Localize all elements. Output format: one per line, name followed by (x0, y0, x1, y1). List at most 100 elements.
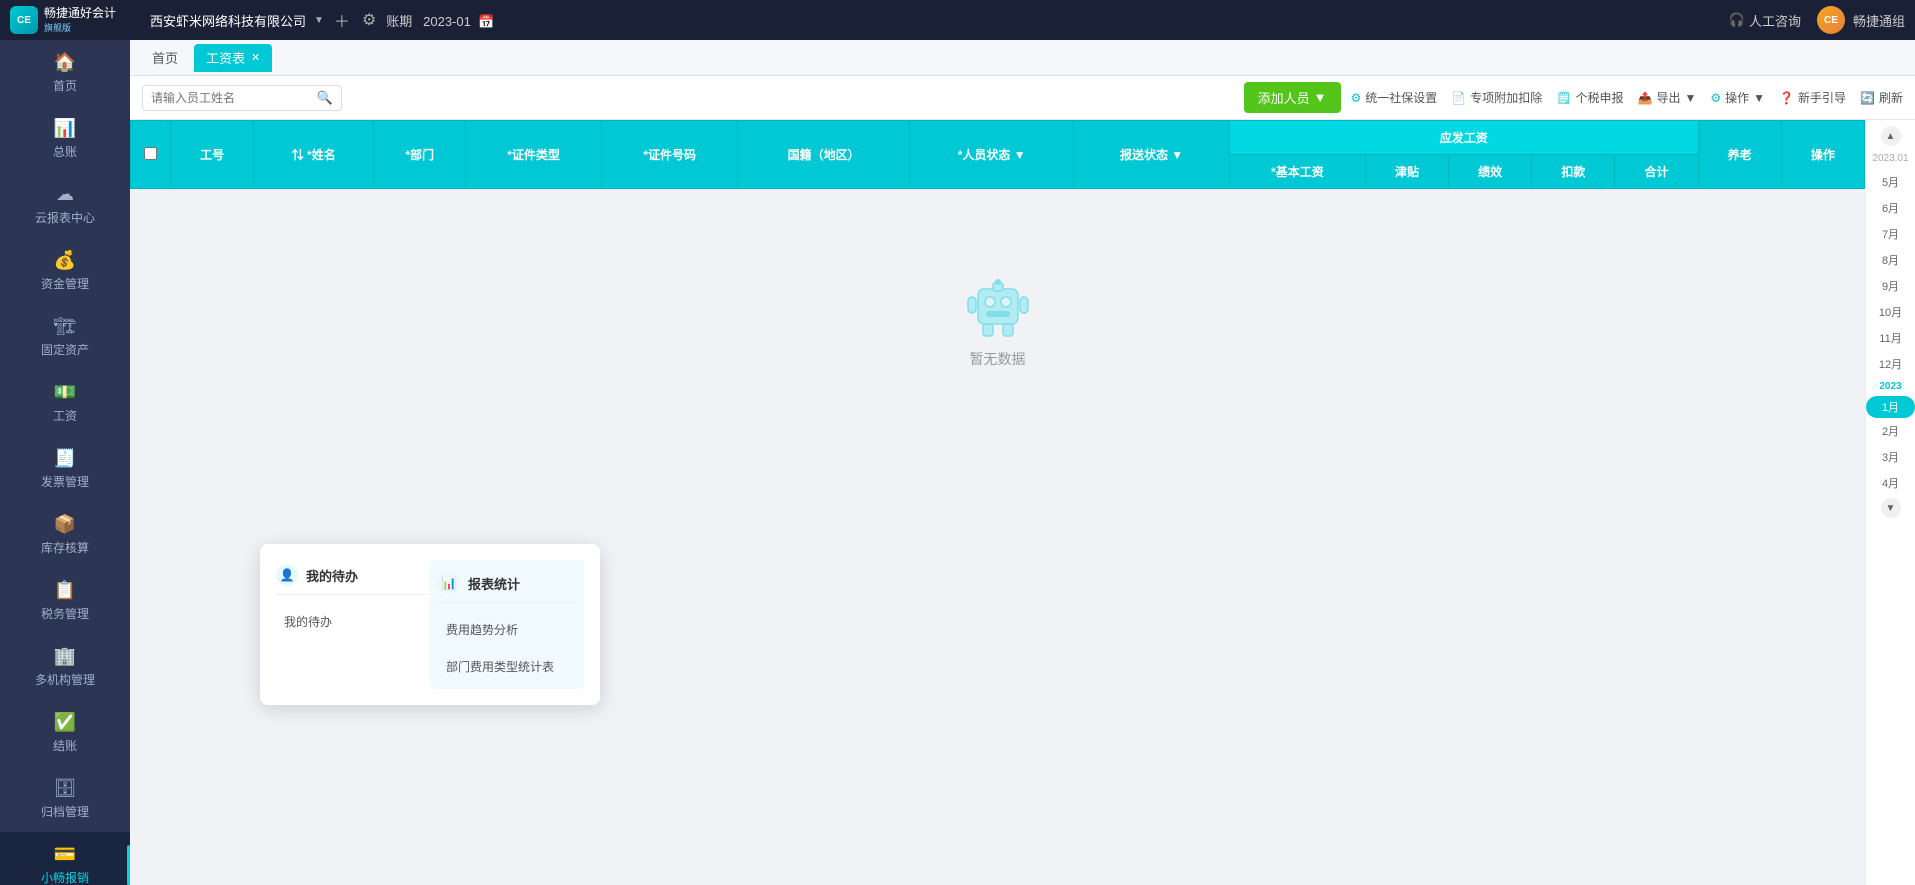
sidebar-item-invoice[interactable]: 🧾 发票管理 (0, 436, 130, 502)
col-total: 合计 (1615, 155, 1698, 189)
col-subsidy: 津贴 (1365, 155, 1448, 189)
sidebar-label-salary: 工资 (53, 407, 77, 424)
settings-icon[interactable]: ⚙ (362, 10, 376, 30)
timeline-month-4[interactable]: 4月 (1866, 470, 1915, 496)
logo-area: CE 畅捷通好会计 旗舰版 (10, 6, 140, 34)
tab-close-icon[interactable]: ✕ (251, 51, 260, 64)
header-actions: ＋ ⚙ (334, 8, 376, 32)
sidebar-item-archive[interactable]: 🗄 归档管理 (0, 766, 130, 832)
popup-col-todo-header: 👤 我的待办 (276, 560, 430, 595)
col-deductions: 扣款 (1532, 155, 1615, 189)
social-insurance-link[interactable]: ⚙ 统一社保设置 (1351, 89, 1438, 106)
tax-report-link[interactable]: 🗒 个税申报 (1556, 89, 1623, 106)
company-selector[interactable]: 西安虾米网络科技有限公司 ▼ (150, 11, 324, 30)
ops-arrow-icon: ▼ (1753, 91, 1765, 105)
timeline-month-10[interactable]: 10月 (1866, 299, 1915, 325)
sidebar-item-multi-org[interactable]: 🏢 多机构管理 (0, 634, 130, 700)
app-title: 畅捷通好会计 (44, 6, 116, 20)
timeline-month-2[interactable]: 2月 (1866, 418, 1915, 444)
refresh-button[interactable]: 🔄 刷新 (1860, 89, 1903, 106)
col-group-salary: 应发工资 (1229, 121, 1698, 155)
timeline-down-button[interactable]: ▼ (1881, 498, 1901, 518)
timeline-month-12[interactable]: 12月 (1866, 351, 1915, 377)
tab-bar: 首页 工资表 ✕ (130, 40, 1915, 76)
sidebar-label-tax: 税务管理 (41, 605, 89, 622)
timeline-month-5[interactable]: 5月 (1866, 169, 1915, 195)
social-insurance-icon: ⚙ (1351, 91, 1362, 105)
special-deduct-link[interactable]: 📄 专项附加扣除 (1451, 89, 1542, 106)
sidebar-item-xiaochang[interactable]: 💳 小畅报销 (0, 832, 130, 885)
timeline-month-6[interactable]: 6月 (1866, 195, 1915, 221)
operations-link[interactable]: ⚙ 操作 ▼ (1710, 89, 1765, 106)
period-label: 账期 2023-01 📅 (386, 11, 494, 30)
sidebar-item-salary[interactable]: 💵 工资 (0, 370, 130, 436)
sidebar-item-settlement[interactable]: ✅ 结账 (0, 700, 130, 766)
export-icon: 📤 (1638, 91, 1653, 105)
tax-icon: 📋 (54, 580, 76, 601)
timeline-year-2023: 2023 (1879, 377, 1901, 396)
new-guide-icon: ❓ (1779, 91, 1794, 105)
export-arrow-icon: ▼ (1685, 91, 1697, 105)
timeline-month-9[interactable]: 9月 (1866, 273, 1915, 299)
col-id-number: *证件号码 (602, 121, 738, 189)
home-icon: 🏠 (54, 52, 76, 73)
export-link[interactable]: 📤 导出 ▼ (1638, 89, 1697, 106)
tab-salary-label: 工资表 (206, 48, 245, 67)
add-company-button[interactable]: ＋ (334, 8, 350, 32)
popup-item-cost-trend[interactable]: 费用趋势分析 (438, 615, 576, 644)
toolbar: 🔍 添加人员 ▼ ⚙ 统一社保设置 📄 专项附加扣除 🗒 个税申报 (130, 76, 1915, 120)
refresh-icon: 🔄 (1860, 91, 1875, 105)
timeline-month-7[interactable]: 7月 (1866, 221, 1915, 247)
sidebar-label-settlement: 结账 (53, 737, 77, 754)
col-operations: 操作 (1781, 121, 1864, 189)
sidebar-item-asset[interactable]: 🏗 固定资产 (0, 304, 130, 370)
tab-salary-table[interactable]: 工资表 ✕ (194, 44, 272, 72)
timeline-month-3[interactable]: 3月 (1866, 444, 1915, 470)
col-id-type: *证件类型 (466, 121, 602, 189)
service-button[interactable]: 🎧 人工咨询 (1729, 11, 1801, 30)
add-employee-button[interactable]: 添加人员 ▼ (1244, 82, 1341, 113)
sidebar-item-inventory[interactable]: 📦 库存核算 (0, 502, 130, 568)
header-right: 🎧 人工咨询 CE 畅捷通组 (1729, 6, 1905, 34)
dropdown-arrow-icon: ▼ (314, 15, 324, 26)
search-box[interactable]: 🔍 (142, 85, 342, 111)
col-staff-status[interactable]: *人员状态 ▼ (910, 121, 1074, 189)
sidebar-item-cloud-report[interactable]: ☁ 云报表中心 (0, 172, 130, 238)
col-base-salary: *基本工资 (1229, 155, 1365, 189)
search-input[interactable] (151, 91, 311, 105)
timeline-month-8[interactable]: 8月 (1866, 247, 1915, 273)
col-name[interactable]: ⇅ *姓名 (254, 121, 374, 189)
sidebar-item-ledger[interactable]: 📊 总账 (0, 106, 130, 172)
sidebar-label-home: 首页 (53, 77, 77, 94)
tab-home[interactable]: 首页 (140, 44, 190, 72)
col-employee-id: 工号 (171, 121, 254, 189)
popup-menu: 👤 我的待办 我的待办 📊 报表统计 费用趋势分析 (260, 544, 600, 705)
tab-home-label: 首页 (152, 48, 178, 67)
col-report-status[interactable]: 报送状态 ▼ (1074, 121, 1230, 189)
popup-item-todo[interactable]: 我的待办 (276, 607, 430, 636)
timeline-month-1-current[interactable]: 1月 (1866, 396, 1915, 418)
fund-icon: 💰 (54, 250, 76, 271)
user-area[interactable]: CE 畅捷通组 (1817, 6, 1905, 34)
sidebar-item-fund[interactable]: 💰 资金管理 (0, 238, 130, 304)
settlement-icon: ✅ (54, 712, 76, 733)
app-subtitle: 旗舰版 (44, 21, 116, 34)
new-guide-link[interactable]: ❓ 新手引导 (1779, 89, 1846, 106)
sidebar-label-asset: 固定资产 (41, 341, 89, 358)
sidebar-label-fund: 资金管理 (41, 275, 89, 292)
sidebar-item-tax[interactable]: 📋 税务管理 (0, 568, 130, 634)
sidebar-item-home[interactable]: 🏠 首页 (0, 40, 130, 106)
period-value: 2023-01 (423, 14, 471, 29)
popup-col-reports: 📊 报表统计 费用趋势分析 部门费用类型统计表 (430, 560, 584, 689)
empty-robot-icon (958, 269, 1038, 349)
content-area: 首页 工资表 ✕ 🔍 添加人员 ▼ ⚙ 统一社保设置 (130, 40, 1915, 885)
top-header: CE 畅捷通好会计 旗舰版 西安虾米网络科技有限公司 ▼ ＋ ⚙ 账期 2023… (0, 0, 1915, 40)
popup-item-dept-cost[interactable]: 部门费用类型统计表 (438, 652, 576, 681)
right-timeline: ▲ 2023.01 5月 6月 7月 8月 9月 10月 11月 12月 202… (1865, 120, 1915, 885)
xiaochang-icon: 💳 (54, 844, 76, 865)
select-all-checkbox[interactable] (144, 147, 157, 160)
timeline-month-11[interactable]: 11月 (1866, 325, 1915, 351)
salary-icon: 💵 (54, 382, 76, 403)
col-checkbox[interactable] (131, 121, 171, 189)
timeline-up-button[interactable]: ▲ (1881, 126, 1901, 146)
